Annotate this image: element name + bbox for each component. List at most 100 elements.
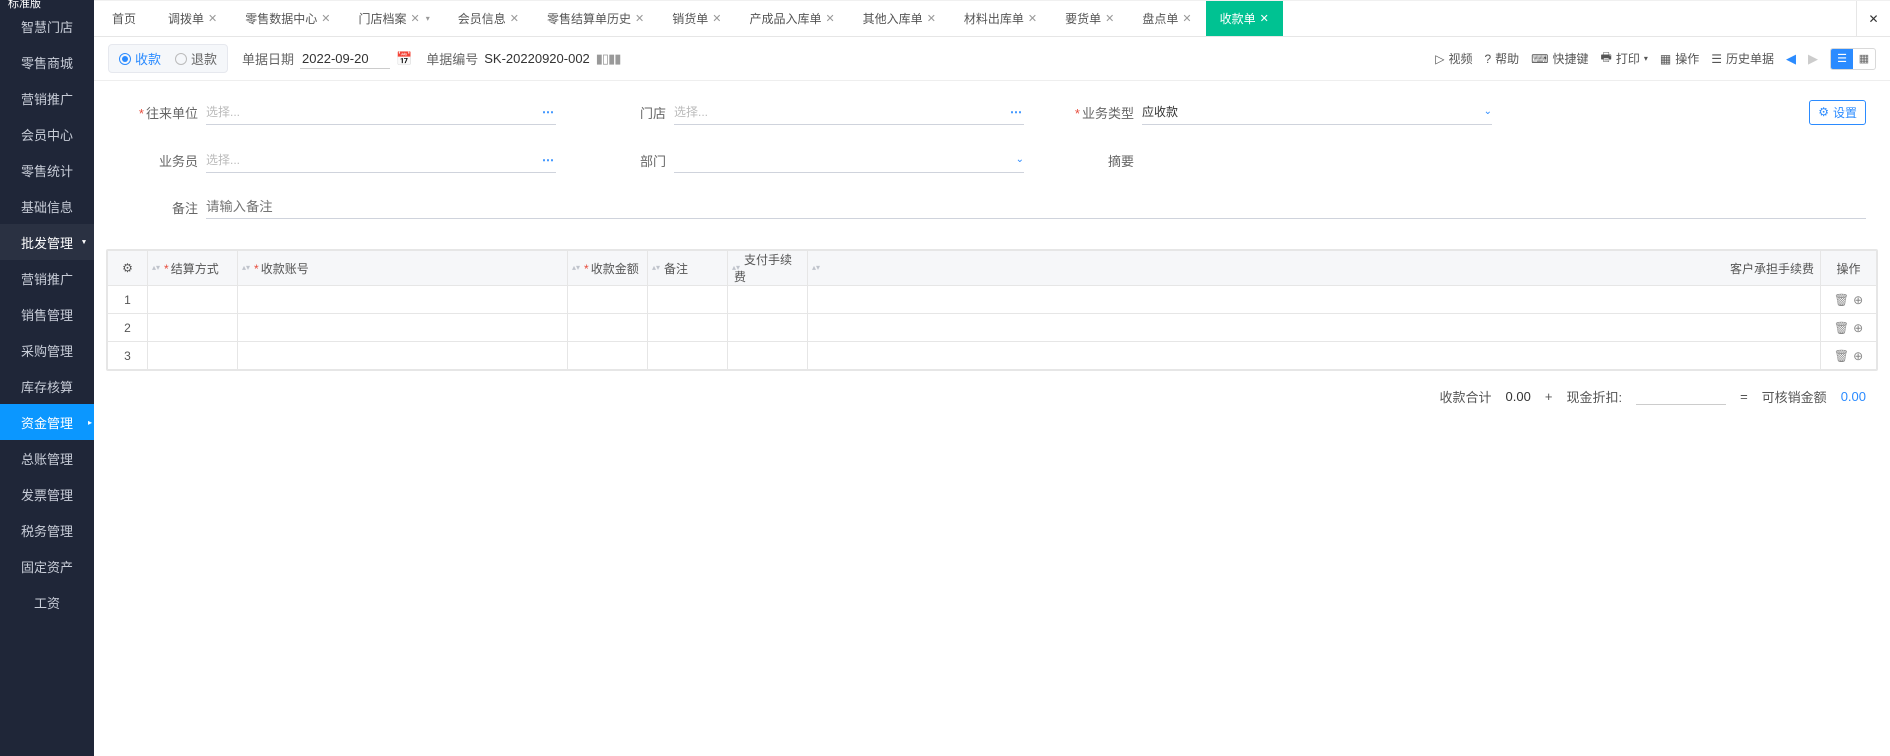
tool-history[interactable]: ☰历史单据 bbox=[1711, 50, 1774, 67]
delete-row-icon[interactable]: 🗑 bbox=[1834, 321, 1849, 335]
sidebar-item-tax[interactable]: 税务管理 bbox=[0, 512, 94, 548]
sidebar-item-invoice[interactable]: 发票管理 bbox=[0, 476, 94, 512]
tool-print[interactable]: 🖶打印▾ bbox=[1601, 48, 1648, 69]
tool-help[interactable]: ?帮助 bbox=[1484, 50, 1519, 67]
delete-row-icon[interactable]: 🗑 bbox=[1834, 293, 1849, 307]
tab-transfer[interactable]: 调拨单✕ bbox=[154, 1, 231, 36]
sidebar-item-marketing[interactable]: 营销推广 bbox=[0, 80, 94, 116]
more-icon[interactable]: ⋯ bbox=[542, 153, 556, 167]
add-row-icon[interactable]: ⊕ bbox=[1853, 321, 1863, 335]
sidebar-edition: 标准版 bbox=[0, 0, 94, 8]
tab-finished-goods-in[interactable]: 产成品入库单✕ bbox=[735, 1, 848, 36]
sidebar-item-assets[interactable]: 固定资产 bbox=[0, 548, 94, 584]
close-icon[interactable]: ✕ bbox=[321, 12, 330, 25]
radio-dot-icon bbox=[119, 53, 131, 65]
tab-retail-settle-history[interactable]: 零售结算单历史✕ bbox=[533, 1, 658, 36]
close-icon[interactable]: ✕ bbox=[1105, 12, 1114, 25]
sidebar-item-basic[interactable]: 基础信息 bbox=[0, 188, 94, 224]
sidebar-subitem-marketing[interactable]: 营销推广 bbox=[0, 260, 94, 296]
th-fee[interactable]: ▴▾ 支付手续费 bbox=[728, 251, 808, 286]
sidebar-item-purchase[interactable]: 采购管理 bbox=[0, 332, 94, 368]
totals-bar: 收款合计 0.00 + 现金折扣: = 可核销金额 0.00 bbox=[94, 371, 1890, 422]
tab-home[interactable]: 首页 bbox=[94, 1, 154, 36]
th-amount[interactable]: ▴▾ *收款金额 bbox=[568, 251, 648, 286]
sort-icon[interactable]: ▴▾ bbox=[242, 265, 250, 271]
th-settle[interactable]: ▴▾ *结算方式 bbox=[148, 251, 238, 286]
barcode-icon[interactable]: ▮▯▮▮ bbox=[596, 51, 621, 67]
sidebar-item-funds[interactable]: 资金管理 ▸ bbox=[0, 404, 94, 440]
cash-discount-input[interactable] bbox=[1636, 389, 1726, 405]
tool-operate[interactable]: ▦操作 bbox=[1660, 50, 1699, 67]
close-icon[interactable]: ✕ bbox=[510, 12, 519, 25]
radio-refund[interactable]: 退款 bbox=[175, 49, 217, 68]
tab-other-in[interactable]: 其他入库单✕ bbox=[849, 1, 950, 36]
sidebar-item-stats[interactable]: 零售统计 bbox=[0, 152, 94, 188]
tab-requisition[interactable]: 要货单✕ bbox=[1051, 1, 1128, 36]
add-row-icon[interactable]: ⊕ bbox=[1853, 293, 1863, 307]
tool-shortcut[interactable]: ⌨快捷键 bbox=[1531, 50, 1588, 67]
tool-video[interactable]: ▷视频 bbox=[1435, 50, 1472, 67]
close-icon[interactable]: ✕ bbox=[1028, 12, 1037, 25]
radio-collect[interactable]: 收款 bbox=[119, 49, 161, 68]
partner-select[interactable]: 选择... ⋯ bbox=[206, 99, 556, 125]
sort-icon[interactable]: ▴▾ bbox=[732, 265, 740, 271]
th-account[interactable]: ▴▾ *收款账号 bbox=[238, 251, 568, 286]
chevron-down-icon[interactable]: ⌄ bbox=[1484, 106, 1492, 117]
table-row[interactable]: 3 🗑⊕ bbox=[108, 342, 1877, 370]
more-icon[interactable]: ⋯ bbox=[1010, 105, 1024, 119]
delete-row-icon[interactable]: 🗑 bbox=[1834, 349, 1849, 363]
close-icon[interactable]: ✕ bbox=[712, 12, 721, 25]
close-icon[interactable]: ✕ bbox=[825, 12, 834, 25]
summary-input[interactable] bbox=[1142, 147, 1492, 173]
sidebar-item-inventory[interactable]: 库存核算 bbox=[0, 368, 94, 404]
chevron-down-icon[interactable]: ⌄ bbox=[1016, 154, 1024, 165]
close-icon[interactable]: ✕ bbox=[208, 12, 217, 25]
tab-member-info[interactable]: 会员信息✕ bbox=[444, 1, 533, 36]
tab-retail-data[interactable]: 零售数据中心✕ bbox=[231, 1, 344, 36]
sidebar-item-member[interactable]: 会员中心 bbox=[0, 116, 94, 152]
column-config-header[interactable]: ⚙ bbox=[108, 251, 148, 286]
tab-material-out[interactable]: 材料出库单✕ bbox=[950, 1, 1051, 36]
remark-input[interactable] bbox=[206, 195, 1866, 219]
more-icon[interactable]: ⋯ bbox=[542, 105, 556, 119]
close-all-tabs-button[interactable]: ✕ bbox=[1856, 1, 1890, 36]
th-note[interactable]: ▴▾ 备注 bbox=[648, 251, 728, 286]
table-row[interactable]: 1 🗑⊕ bbox=[108, 286, 1877, 314]
sort-icon[interactable]: ▴▾ bbox=[652, 265, 660, 271]
list-view-button[interactable]: ☰ bbox=[1831, 49, 1853, 69]
close-icon[interactable]: ✕ bbox=[927, 12, 936, 25]
th-custfee[interactable]: ▴▾客户承担手续费 bbox=[808, 251, 1821, 286]
close-icon[interactable]: ✕ bbox=[1182, 12, 1191, 25]
sidebar-item-ledger[interactable]: 总账管理 bbox=[0, 440, 94, 476]
dept-select[interactable]: ⌄ bbox=[674, 147, 1024, 173]
gear-icon: ⚙ bbox=[1818, 105, 1829, 119]
sidebar-item-smartstore[interactable]: 智慧门店 bbox=[0, 8, 94, 44]
grid-view-button[interactable]: ▦ bbox=[1853, 49, 1875, 69]
biztype-select[interactable]: 应收款 ⌄ bbox=[1142, 99, 1492, 125]
detail-table: ⚙ ▴▾ *结算方式 ▴▾ *收款账号 ▴▾ *收款金额 ▴▾ 备注 ▴▾ 支付… bbox=[106, 249, 1878, 371]
close-icon[interactable]: ✕ bbox=[411, 12, 420, 25]
sort-icon[interactable]: ▴▾ bbox=[152, 265, 160, 271]
add-row-icon[interactable]: ⊕ bbox=[1853, 349, 1863, 363]
prev-icon[interactable]: ◀ bbox=[1786, 51, 1796, 67]
tab-store-archive[interactable]: 门店档案✕ bbox=[344, 1, 443, 36]
sort-icon[interactable]: ▴▾ bbox=[572, 265, 580, 271]
tab-sales-order[interactable]: 销货单✕ bbox=[658, 1, 735, 36]
store-select[interactable]: 选择... ⋯ bbox=[674, 99, 1024, 125]
sidebar-item-salary[interactable]: 工资 bbox=[0, 584, 94, 620]
sidebar-group-wholesale[interactable]: 批发管理 ▴ bbox=[0, 224, 94, 260]
clerk-select[interactable]: 选择... ⋯ bbox=[206, 147, 556, 173]
sidebar-subitem-sales[interactable]: 销售管理 bbox=[0, 296, 94, 332]
settings-button[interactable]: ⚙设置 bbox=[1809, 100, 1866, 125]
sort-icon[interactable]: ▴▾ bbox=[812, 265, 820, 271]
next-icon[interactable]: ▶ bbox=[1808, 51, 1818, 67]
tab-receipt[interactable]: 收款单✕ bbox=[1206, 1, 1283, 36]
calendar-icon[interactable]: 📅 bbox=[396, 51, 412, 67]
close-icon[interactable]: ✕ bbox=[635, 12, 644, 25]
table-row[interactable]: 2 🗑⊕ bbox=[108, 314, 1877, 342]
tab-stocktake[interactable]: 盘点单✕ bbox=[1128, 1, 1205, 36]
doc-date-input[interactable] bbox=[300, 49, 390, 69]
close-icon[interactable]: ✕ bbox=[1260, 12, 1269, 25]
doc-number: 单据编号 SK-20220920-002 ▮▯▮▮ bbox=[426, 49, 620, 68]
sidebar-item-mall[interactable]: 零售商城 bbox=[0, 44, 94, 80]
